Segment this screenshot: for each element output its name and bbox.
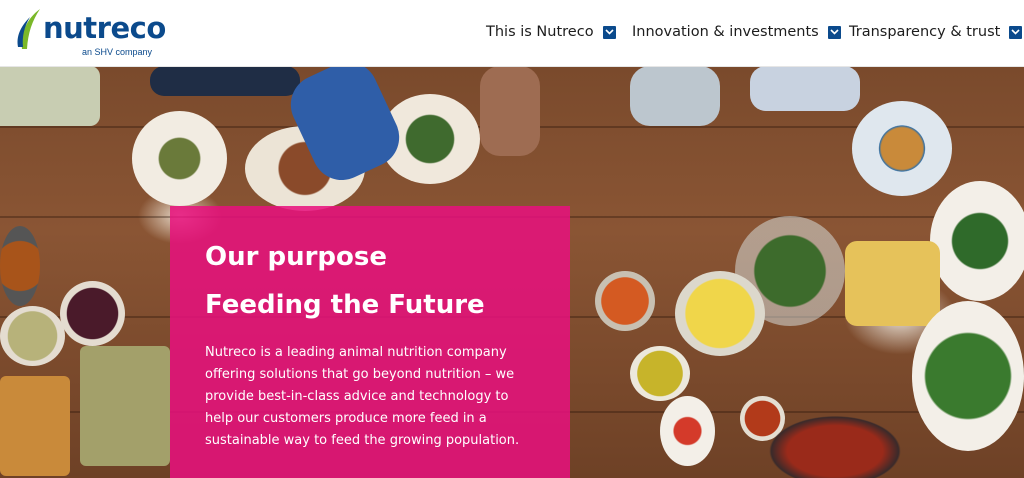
nutreco-logo[interactable]: nutreco an SHV company [12, 7, 172, 61]
sauce-bowl [630, 346, 690, 401]
purpose-description: Nutreco is a leading animal nutrition co… [205, 345, 520, 448]
nav-item-innovation-investments[interactable]: Innovation & investments [632, 21, 841, 43]
berry-bowl [60, 281, 125, 346]
grain-bowl [0, 306, 65, 366]
diner-arm [150, 66, 300, 96]
purpose-kicker: Our purpose [205, 242, 388, 272]
nutreco-leaf-icon [17, 9, 40, 49]
nav-item-transparency-trust[interactable]: Transparency & trust [849, 21, 1023, 43]
purpose-title: Feeding the Future [205, 290, 485, 320]
diner-arm [750, 66, 860, 111]
chevron-down-icon[interactable] [1009, 25, 1023, 39]
salad-plate [912, 301, 1024, 451]
hero-banner: Our purpose Feeding the Future Nutreco i… [0, 66, 1024, 478]
purpose-panel: Our purpose Feeding the Future Nutreco i… [170, 206, 570, 478]
food-plate [132, 111, 227, 206]
chips-basket [845, 241, 940, 326]
lobster-dish [760, 411, 910, 478]
quinoa-tray [80, 346, 170, 466]
appetizer-plate [660, 396, 715, 466]
nav-item-label: Innovation & investments [632, 24, 819, 40]
brand-wordmark: nutreco [43, 11, 166, 45]
curry-bowl [595, 271, 655, 331]
rice-bowl [675, 271, 765, 356]
diner-arm [630, 66, 720, 126]
diner-arm [480, 66, 540, 156]
nav-item-this-is-nutreco[interactable]: This is Nutreco [486, 21, 616, 43]
food-plate [930, 181, 1024, 301]
site-header: nutreco an SHV company This is Nutreco I… [0, 0, 1024, 67]
chevron-down-icon[interactable] [602, 25, 616, 39]
nav-item-label: Transparency & trust [849, 24, 1001, 40]
diner-arm [0, 66, 100, 126]
brand-tagline: an SHV company [82, 47, 153, 57]
nav-item-label: This is Nutreco [486, 24, 594, 40]
chevron-down-icon[interactable] [827, 25, 841, 39]
roasted-vegetables-tray [0, 376, 70, 476]
food-plate [852, 101, 952, 196]
pan-dish [0, 226, 40, 306]
